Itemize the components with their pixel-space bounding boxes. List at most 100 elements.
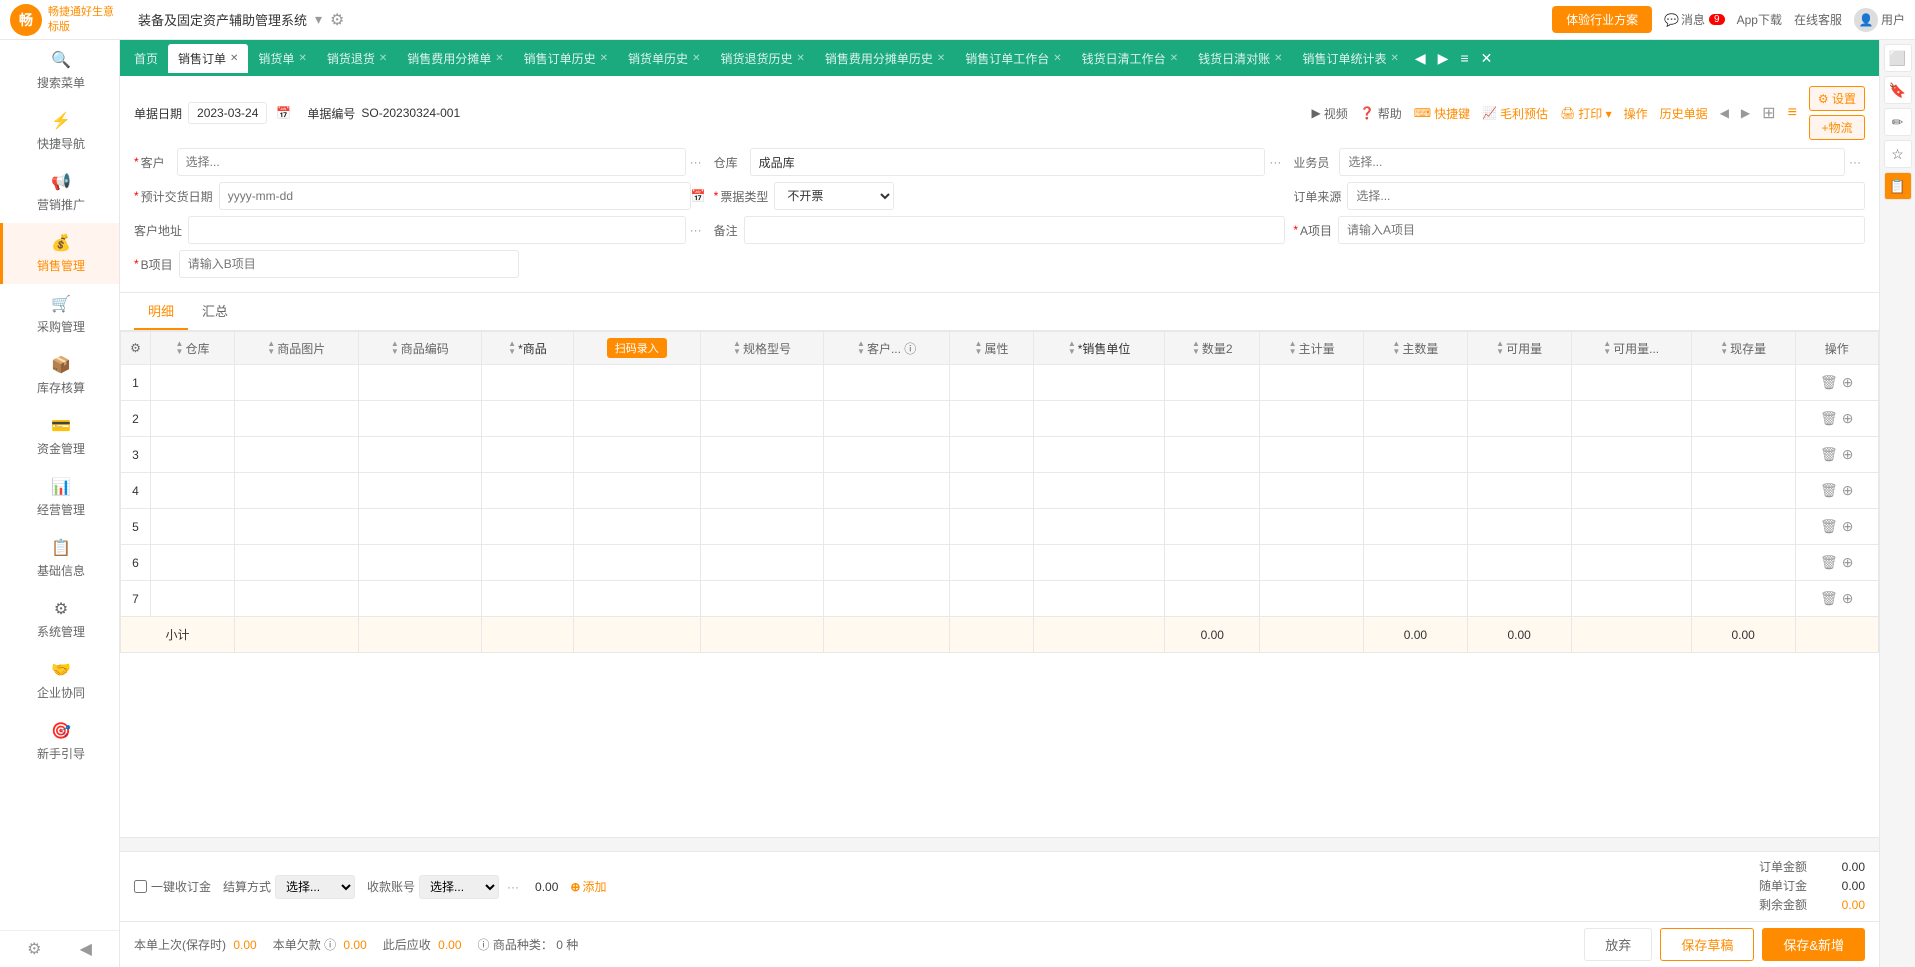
horizontal-scrollbar[interactable]: [120, 837, 1879, 851]
row-2-code[interactable]: [358, 401, 482, 437]
date-calendar-icon[interactable]: 📅: [276, 106, 291, 120]
right-panel-btn-5[interactable]: 📋: [1884, 172, 1912, 200]
history-next-icon[interactable]: ▶: [1741, 106, 1750, 120]
sidebar-item-guide[interactable]: 🎯 新手引导: [0, 711, 119, 772]
tab-menu-button[interactable]: ≡: [1454, 46, 1474, 70]
settings-icon[interactable]: ⚙: [330, 10, 344, 30]
row-2-product[interactable]: [482, 401, 574, 437]
staff-input[interactable]: [1339, 148, 1845, 176]
row-2-unit[interactable]: [1034, 401, 1165, 437]
sidebar-item-finance[interactable]: 💳 资金管理: [0, 406, 119, 467]
message-icon-item[interactable]: 💬 消息 9: [1664, 11, 1725, 28]
sidebar-item-inventory[interactable]: 📦 库存核算: [0, 345, 119, 406]
row-7-delete-btn[interactable]: 🗑: [1820, 590, 1838, 607]
bank-account-select[interactable]: 选择...: [419, 875, 499, 899]
tab-close-order-stats[interactable]: ✕: [1391, 53, 1399, 64]
customer-addr-input[interactable]: [188, 216, 686, 244]
row-2-qty2[interactable]: [1165, 401, 1260, 437]
sidebar-item-marketing[interactable]: 📢 营销推广: [0, 162, 119, 223]
row-3-delete-btn[interactable]: 🗑: [1820, 446, 1838, 463]
sidebar-item-quick-nav[interactable]: ⚡ 快捷导航: [0, 101, 119, 162]
online-service-link[interactable]: 在线客服: [1794, 11, 1842, 28]
row-1-attr[interactable]: [950, 365, 1034, 401]
row-2-warehouse[interactable]: [151, 401, 235, 437]
sidebar-item-sales[interactable]: 💰 销售管理: [0, 223, 119, 284]
app-download-link[interactable]: App下载: [1737, 11, 1782, 28]
row-1-qty2[interactable]: [1165, 365, 1260, 401]
history-prev-icon[interactable]: ◀: [1720, 106, 1729, 120]
row-7-copy-btn[interactable]: ⊕: [1842, 590, 1854, 607]
right-panel-btn-1[interactable]: ⬜: [1884, 44, 1912, 72]
right-panel-btn-4[interactable]: ☆: [1884, 140, 1912, 168]
sidebar-settings-icon[interactable]: ⚙: [27, 939, 41, 959]
save-new-button[interactable]: 保存&新增: [1762, 928, 1865, 961]
right-panel-btn-3[interactable]: ✏: [1884, 108, 1912, 136]
history-btn[interactable]: 历史单据: [1660, 105, 1708, 122]
tab-daily-workbench[interactable]: 钱货日清工作台 ✕: [1072, 44, 1188, 73]
sidebar-collapse-icon[interactable]: ◀: [80, 939, 92, 959]
layout-list-icon[interactable]: ≡: [1788, 104, 1797, 122]
tab-expense-history[interactable]: 销售费用分摊单历史 ✕: [815, 44, 955, 73]
row-2-spec[interactable]: [700, 401, 824, 437]
tab-close-all-button[interactable]: ✕: [1475, 46, 1499, 71]
video-btn[interactable]: ▶ 视频: [1312, 105, 1348, 122]
warehouse-dots-btn[interactable]: ···: [1265, 155, 1285, 169]
sidebar-item-operations[interactable]: 📊 经营管理: [0, 467, 119, 528]
tab-sales-return[interactable]: 销货退货 ✕: [317, 44, 397, 73]
th-settings[interactable]: ⚙: [121, 332, 151, 365]
tab-order-workbench[interactable]: 销售订单工作台 ✕: [955, 44, 1071, 73]
row-4-delete-btn[interactable]: 🗑: [1820, 482, 1838, 499]
customer-input[interactable]: [177, 148, 686, 176]
tab-sales-slip[interactable]: 销货单 ✕: [248, 44, 316, 73]
invoice-type-select[interactable]: 不开票: [774, 182, 894, 210]
add-payment-button[interactable]: ⊕ 添加: [570, 878, 606, 895]
layout-grid-icon[interactable]: ⊞: [1762, 103, 1775, 123]
row-5-delete-btn[interactable]: 🗑: [1820, 518, 1838, 535]
addr-dots-btn[interactable]: ···: [686, 223, 706, 237]
row-1-product[interactable]: [482, 365, 574, 401]
row-1-delete-btn[interactable]: 🗑: [1820, 374, 1838, 391]
row-2-main-qty[interactable]: [1364, 401, 1468, 437]
row-2-main-measure[interactable]: [1260, 401, 1364, 437]
row-6-copy-btn[interactable]: ⊕: [1842, 554, 1854, 571]
row-1-main-measure[interactable]: [1260, 365, 1364, 401]
tab-close-slip-history[interactable]: ✕: [692, 53, 700, 64]
abandon-button[interactable]: 放弃: [1584, 928, 1652, 961]
tab-sales-order[interactable]: 销售订单 ✕: [168, 44, 248, 73]
scan-button[interactable]: 扫码录入: [607, 338, 667, 358]
system-dropdown-icon[interactable]: ▾: [315, 11, 322, 28]
date-value[interactable]: 2023-03-24: [188, 102, 267, 124]
tab-close-sales-return[interactable]: ✕: [379, 53, 387, 64]
row-1-spec[interactable]: [700, 365, 824, 401]
user-avatar[interactable]: 👤 用户: [1854, 8, 1905, 32]
remark-input[interactable]: [744, 216, 1286, 244]
one-click-checkbox-input[interactable]: [134, 880, 147, 893]
row-1-main-qty[interactable]: [1364, 365, 1468, 401]
row-2-copy-btn[interactable]: ⊕: [1842, 410, 1854, 427]
row-1-cust-code[interactable]: [824, 365, 950, 401]
sidebar-item-search[interactable]: 🔍 搜索菜单: [0, 40, 119, 101]
tab-close-order-workbench[interactable]: ✕: [1053, 53, 1061, 64]
shortcut-btn[interactable]: ⌨ 快捷键: [1414, 105, 1470, 122]
staff-dots-btn[interactable]: ···: [1845, 155, 1865, 169]
row-6-delete-btn[interactable]: 🗑: [1820, 554, 1838, 571]
tab-close-daily-reconcile[interactable]: ✕: [1274, 53, 1282, 64]
print-btn[interactable]: 🖨 打印 ▾: [1560, 105, 1612, 122]
delivery-calendar-icon[interactable]: 📅: [691, 189, 706, 203]
project-a-input[interactable]: [1338, 216, 1865, 244]
sidebar-item-purchase[interactable]: 🛒 采购管理: [0, 284, 119, 345]
tab-close-order-history[interactable]: ✕: [600, 53, 608, 64]
row-2-cust-code[interactable]: [824, 401, 950, 437]
profit-btn[interactable]: 📈 毛利预估: [1482, 105, 1548, 122]
bank-dots-btn[interactable]: ···: [503, 880, 523, 894]
tab-close-sales-expense[interactable]: ✕: [495, 53, 503, 64]
delivery-date-input[interactable]: [219, 182, 691, 210]
tab-home[interactable]: 首页: [124, 44, 168, 73]
order-source-input[interactable]: [1347, 182, 1865, 210]
tab-order-history[interactable]: 销售订单历史 ✕: [514, 44, 618, 73]
tab-close-sales-order[interactable]: ✕: [230, 53, 238, 64]
row-2-delete-btn[interactable]: 🗑: [1820, 410, 1838, 427]
row-1-unit[interactable]: [1034, 365, 1165, 401]
payment-method-select[interactable]: 选择...: [275, 875, 355, 899]
settings-side-button[interactable]: ⚙ 设置: [1809, 86, 1865, 111]
